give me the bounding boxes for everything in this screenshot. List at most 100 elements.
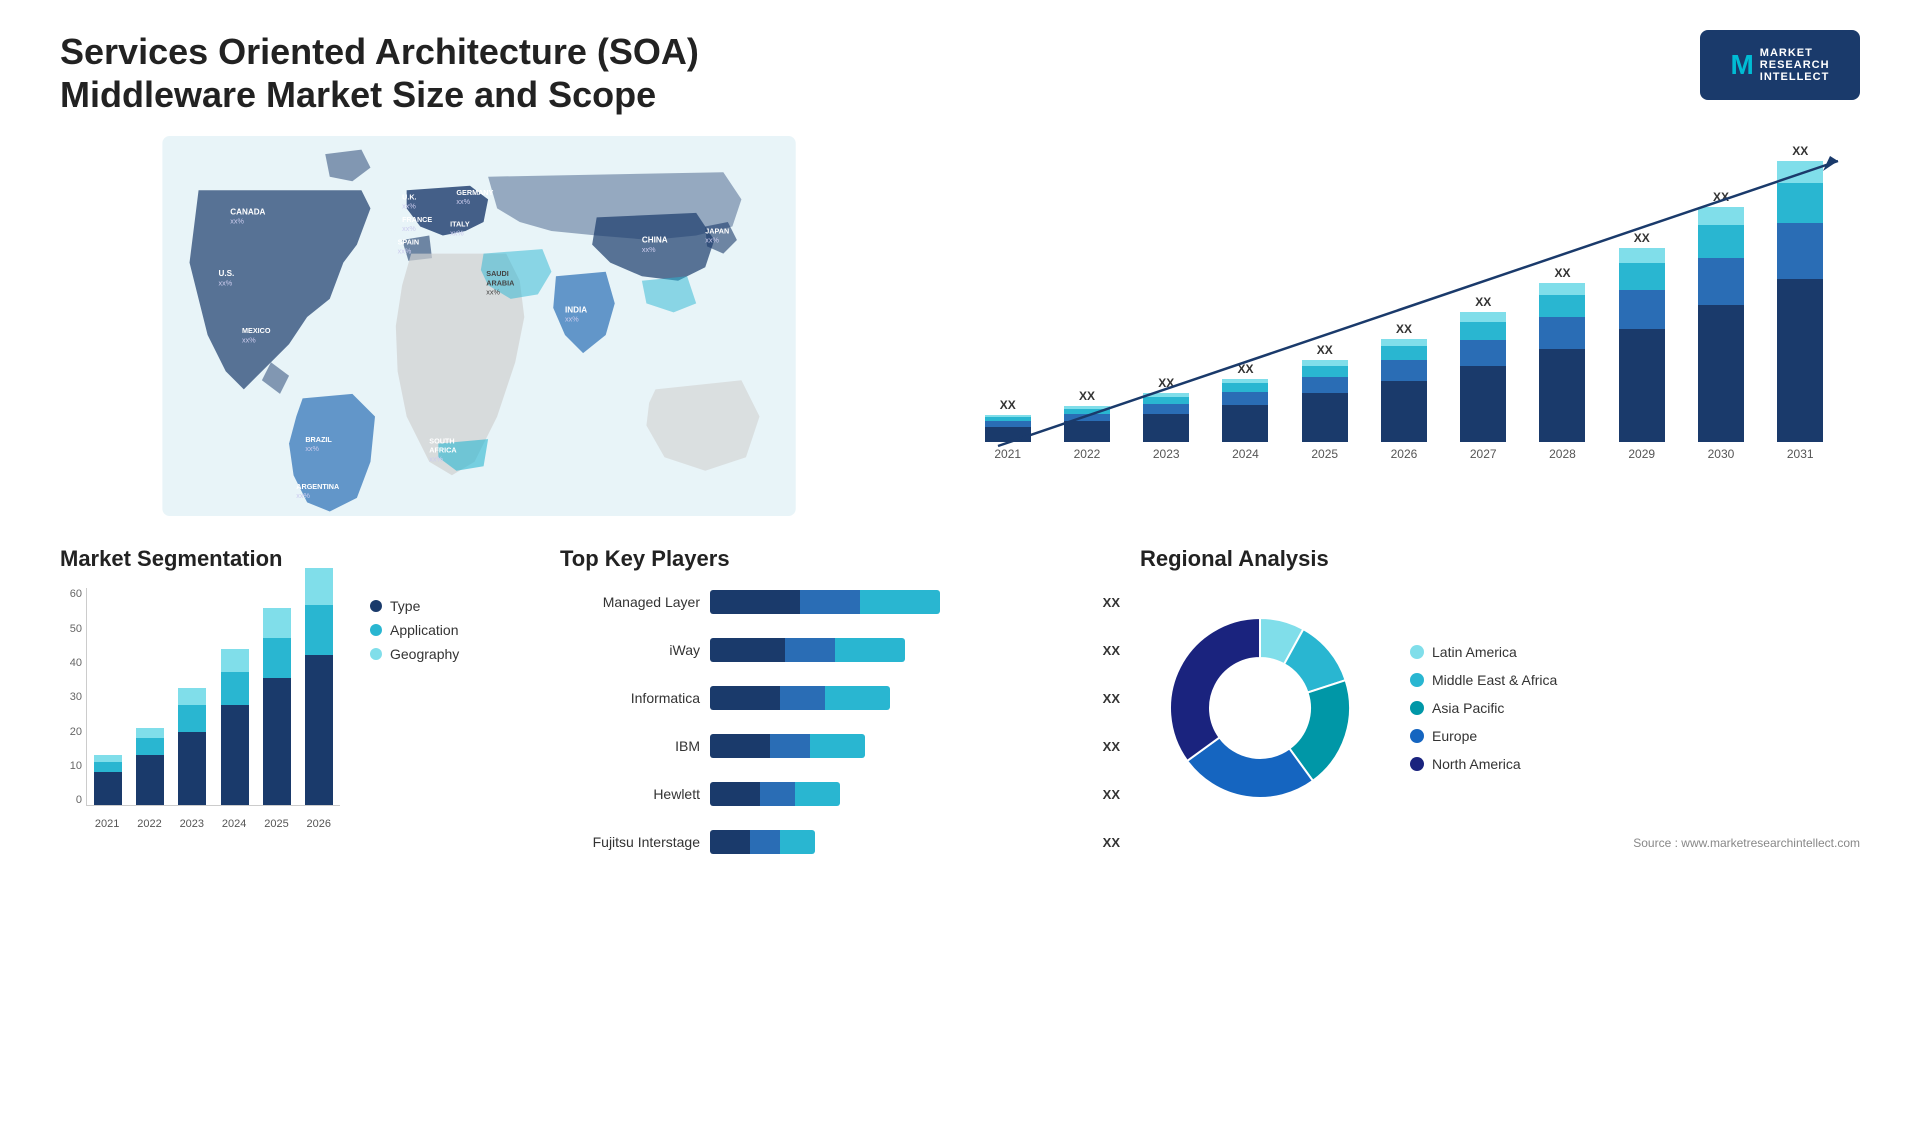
- player-bar-inner: [710, 686, 890, 710]
- player-bar-container: [710, 636, 1085, 664]
- bar-segment: [1619, 290, 1665, 329]
- seg-chart-legend-container: 60 50 40 30 20 10 0 20212022202320242025…: [60, 588, 540, 838]
- bar-item: XX2030: [1698, 156, 1744, 461]
- svg-text:ARABIA: ARABIA: [486, 279, 515, 288]
- seg-seg: [136, 728, 164, 738]
- bar-stack: [1698, 207, 1744, 442]
- regional-dot: [1410, 673, 1424, 687]
- regional-legend-label: Latin America: [1432, 644, 1517, 660]
- svg-text:INDIA: INDIA: [565, 306, 587, 315]
- bar-segment: [1381, 339, 1427, 346]
- svg-text:xx%: xx%: [296, 491, 310, 500]
- seg-x-label: 2024: [220, 818, 248, 830]
- regional-dot: [1410, 757, 1424, 771]
- bar-segment: [1381, 360, 1427, 381]
- svg-text:ITALY: ITALY: [450, 220, 470, 229]
- seg-bar-group: [136, 728, 164, 805]
- seg-bar-group: [221, 649, 249, 805]
- bar-label-top: XX: [1158, 376, 1174, 390]
- player-bar-seg1: [710, 686, 780, 710]
- player-xx: XX: [1103, 739, 1120, 754]
- seg-legend-label: Geography: [390, 646, 459, 662]
- segmentation-title: Market Segmentation: [60, 546, 540, 572]
- player-bar-seg1: [710, 590, 800, 614]
- bar-item: XX2026: [1381, 156, 1427, 461]
- player-bar-seg3: [835, 638, 905, 662]
- seg-x-label: 2023: [178, 818, 206, 830]
- player-bar-seg3: [860, 590, 940, 614]
- seg-seg: [94, 762, 122, 772]
- player-name: Managed Layer: [560, 594, 700, 610]
- bar-item: XX2024: [1222, 156, 1268, 461]
- svg-text:U.S.: U.S.: [218, 270, 234, 279]
- bar-item: XX2031: [1777, 156, 1823, 461]
- seg-bar-group: [94, 755, 122, 805]
- player-name: Informatica: [560, 690, 700, 706]
- bar-label-top: XX: [1475, 295, 1491, 309]
- logo-letter: M: [1730, 49, 1753, 81]
- player-xx: XX: [1103, 835, 1120, 850]
- seg-legend-item: Geography: [370, 646, 459, 662]
- bar-label-top: XX: [1634, 231, 1650, 245]
- header: Services Oriented Architecture (SOA) Mid…: [60, 30, 1860, 116]
- bar-segment: [985, 427, 1031, 442]
- svg-text:U.K.: U.K.: [402, 193, 416, 202]
- bar-year-label: 2022: [1074, 447, 1101, 461]
- seg-seg: [178, 705, 206, 732]
- player-xx: XX: [1103, 595, 1120, 610]
- bar-segment: [1222, 392, 1268, 405]
- svg-text:xx%: xx%: [402, 224, 416, 233]
- bar-segment: [1777, 223, 1823, 279]
- regional-legend-item: Latin America: [1410, 644, 1557, 660]
- player-bar-container: [710, 828, 1085, 856]
- bar-label-top: XX: [1396, 322, 1412, 336]
- bar-label-top: XX: [1317, 343, 1333, 357]
- player-bar-seg2: [750, 830, 780, 854]
- page-wrapper: Services Oriented Architecture (SOA) Mid…: [0, 0, 1920, 1146]
- player-bar-seg2: [770, 734, 810, 758]
- svg-text:xx%: xx%: [565, 315, 579, 324]
- seg-seg: [221, 649, 249, 672]
- world-map-svg: CANADA xx% U.S. xx% MEXICO xx% BRAZIL xx…: [60, 136, 898, 516]
- player-name: IBM: [560, 738, 700, 754]
- player-bar-container: [710, 732, 1085, 760]
- svg-text:MEXICO: MEXICO: [242, 327, 271, 336]
- svg-text:AFRICA: AFRICA: [429, 446, 457, 455]
- bar-label-top: XX: [1079, 389, 1095, 403]
- seg-legend-label: Application: [390, 622, 459, 638]
- seg-seg: [305, 605, 333, 655]
- bar-segment: [1302, 377, 1348, 393]
- seg-bar-group: [305, 568, 333, 805]
- player-bar-seg3: [825, 686, 890, 710]
- seg-legend-label: Type: [390, 598, 420, 614]
- page-title: Services Oriented Architecture (SOA) Mid…: [60, 30, 760, 116]
- regional-section: Regional Analysis Latin AmericaMiddle Ea…: [1140, 546, 1860, 864]
- bar-segment: [1777, 279, 1823, 442]
- bar-year-label: 2028: [1549, 447, 1576, 461]
- player-bar-seg1: [710, 638, 785, 662]
- player-bar-seg3: [780, 830, 815, 854]
- seg-legend-item: Type: [370, 598, 459, 614]
- players-list: Managed LayerXXiWayXXInformaticaXXIBMXXH…: [560, 588, 1120, 864]
- player-bar-seg2: [800, 590, 860, 614]
- seg-seg: [263, 608, 291, 638]
- bar-segment: [1143, 397, 1189, 404]
- bar-label-top: XX: [1792, 144, 1808, 158]
- bar-stack: [1777, 161, 1823, 442]
- regional-chart-area: Latin AmericaMiddle East & AfricaAsia Pa…: [1140, 588, 1860, 828]
- regional-legend-label: Europe: [1432, 728, 1477, 744]
- donut-svg: [1140, 588, 1380, 828]
- seg-x-axis: 202120222023202420252026: [86, 810, 340, 838]
- seg-seg: [178, 688, 206, 705]
- segment-section: Market Segmentation 60 50 40 30 20 10 0: [60, 546, 540, 864]
- bar-segment: [1539, 283, 1585, 295]
- regional-legend-item: North America: [1410, 756, 1557, 772]
- bar-label-top: XX: [1554, 266, 1570, 280]
- player-name: iWay: [560, 642, 700, 658]
- seg-seg: [305, 568, 333, 605]
- seg-seg: [136, 738, 164, 755]
- svg-text:xx%: xx%: [642, 245, 656, 254]
- seg-x-label: 2025: [262, 818, 290, 830]
- svg-text:xx%: xx%: [402, 202, 416, 211]
- svg-text:SOUTH: SOUTH: [429, 437, 454, 446]
